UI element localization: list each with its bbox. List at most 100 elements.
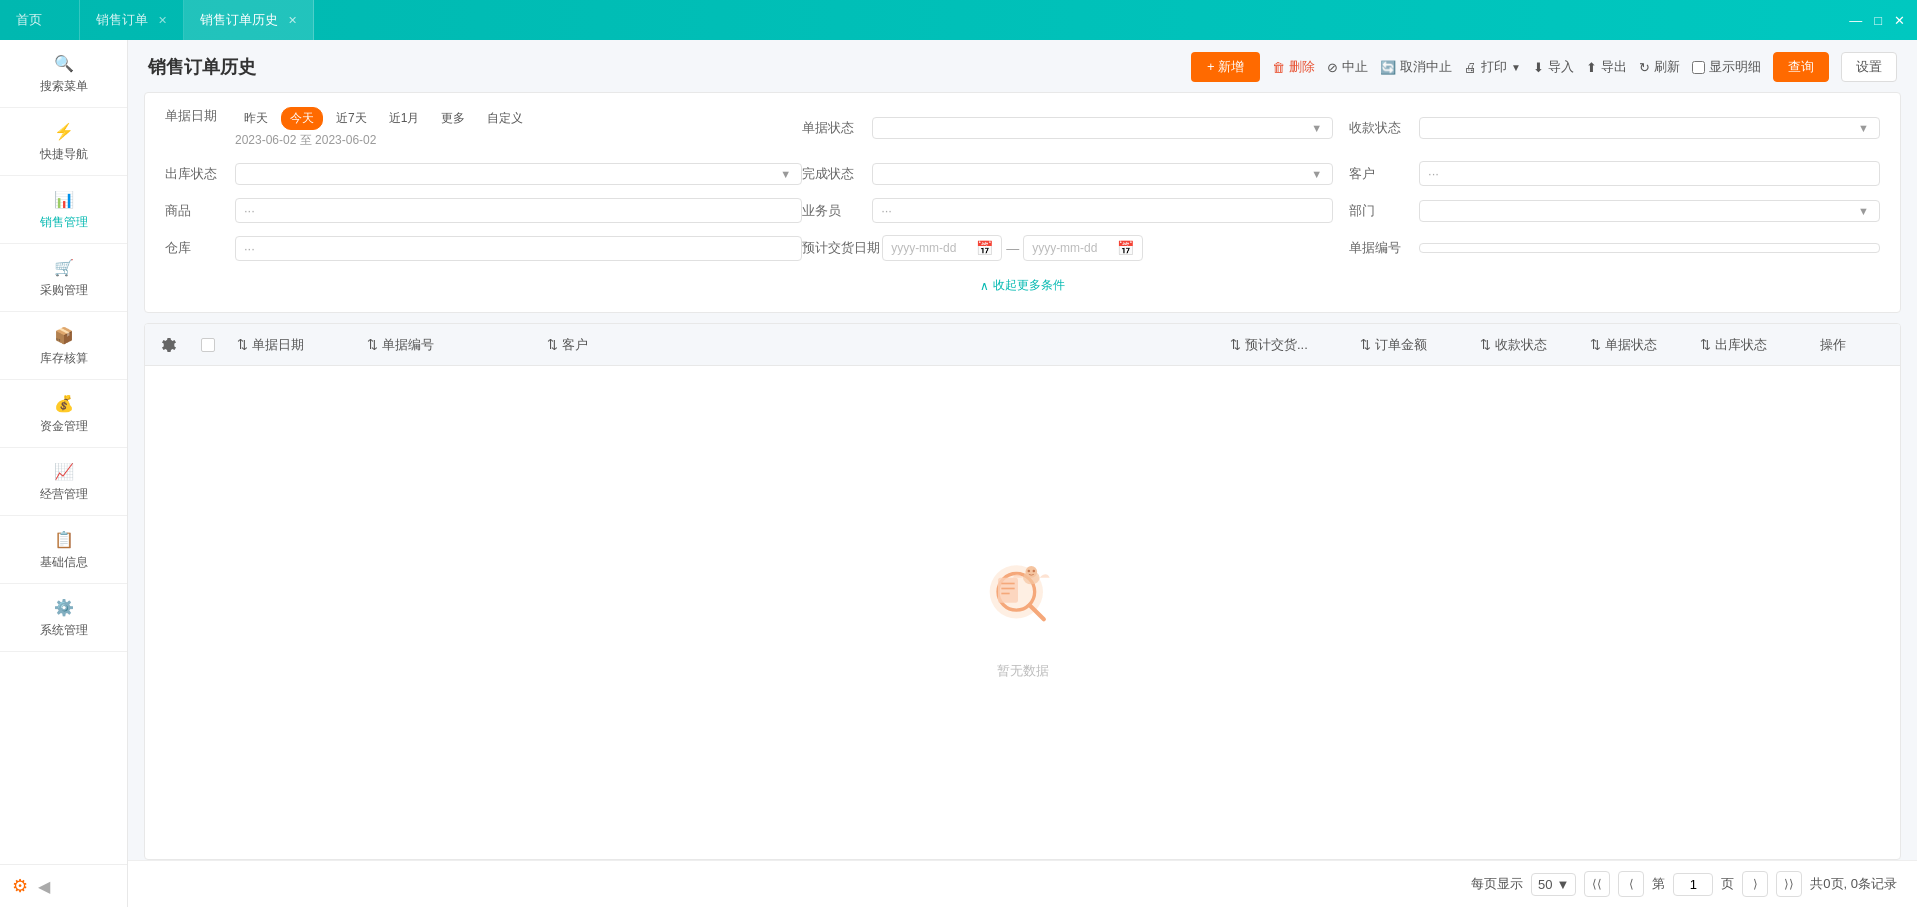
delivery-status-select[interactable]: ▼ bbox=[235, 163, 802, 185]
tab-home[interactable]: 首页 bbox=[0, 0, 80, 40]
product-input[interactable]: ··· bbox=[235, 198, 802, 223]
th-check[interactable] bbox=[193, 328, 229, 362]
delivery-status-arrow: ▼ bbox=[780, 168, 791, 180]
dept-select[interactable]: ▼ bbox=[1419, 200, 1880, 222]
order-no-label: 单据编号 bbox=[1349, 239, 1419, 257]
payment-status-label: 收款状态 bbox=[1349, 119, 1419, 137]
import-button[interactable]: ⬇ 导入 bbox=[1533, 58, 1574, 76]
sidebar-item-basic-info-label: 基础信息 bbox=[40, 554, 88, 571]
date-btn-1month[interactable]: 近1月 bbox=[380, 107, 429, 130]
date-btn-7days[interactable]: 近7天 bbox=[327, 107, 376, 130]
tab-sales-order-label: 销售订单 bbox=[96, 11, 148, 29]
maximize-button[interactable]: □ bbox=[1874, 13, 1882, 28]
sidebar-item-sales-mgmt-label: 销售管理 bbox=[40, 214, 88, 231]
date-btn-more[interactable]: 更多 bbox=[432, 107, 474, 130]
date-btn-today[interactable]: 今天 bbox=[281, 107, 323, 130]
tab-sales-history-close[interactable]: ✕ bbox=[288, 14, 297, 27]
stop-button[interactable]: ⊘ 中止 bbox=[1327, 58, 1368, 76]
th-customer-sort: ⇅ bbox=[547, 337, 558, 352]
header-checkbox[interactable] bbox=[201, 338, 215, 352]
sidebar-item-system-mgmt[interactable]: ⚙️ 系统管理 bbox=[0, 584, 127, 652]
refresh-button[interactable]: ↻ 刷新 bbox=[1639, 58, 1680, 76]
customer-input[interactable]: ··· bbox=[1419, 161, 1880, 186]
sidebar-item-sales-mgmt[interactable]: 📊 销售管理 bbox=[0, 176, 127, 244]
prev-page-button[interactable]: ⟨ bbox=[1618, 871, 1644, 897]
th-customer[interactable]: ⇅ 客户 bbox=[539, 326, 1222, 364]
th-payment[interactable]: ⇅ 收款状态 bbox=[1472, 326, 1582, 364]
dept-arrow: ▼ bbox=[1858, 205, 1869, 217]
filter-row-3: 商品 ··· 业务员 ··· 部门 ▼ bbox=[165, 198, 1880, 223]
stop-icon: ⊘ bbox=[1327, 60, 1338, 75]
date-btn-yesterday[interactable]: 昨天 bbox=[235, 107, 277, 130]
sidebar-item-basic-info[interactable]: 📋 基础信息 bbox=[0, 516, 127, 584]
first-page-button[interactable]: ⟨⟨ bbox=[1584, 871, 1610, 897]
th-date[interactable]: ⇅ 单据日期 bbox=[229, 326, 359, 364]
sidebar-item-finance[interactable]: 💰 资金管理 bbox=[0, 380, 127, 448]
print-icon: 🖨 bbox=[1464, 60, 1477, 75]
refresh-label: 刷新 bbox=[1654, 58, 1680, 76]
page-number-input[interactable] bbox=[1673, 873, 1713, 896]
total-records: 共0页, 0条记录 bbox=[1810, 875, 1897, 893]
delete-button[interactable]: 🗑 删除 bbox=[1272, 58, 1315, 76]
tab-sales-order[interactable]: 销售订单 ✕ bbox=[80, 0, 184, 40]
delivery-date-to[interactable]: yyyy-mm-dd 📅 bbox=[1023, 235, 1143, 261]
complete-status-select[interactable]: ▼ bbox=[872, 163, 1333, 185]
tab-sales-order-close[interactable]: ✕ bbox=[158, 14, 167, 27]
delivery-date-label: 预计交货日期 bbox=[802, 239, 882, 257]
salesperson-dots: ··· bbox=[881, 203, 892, 218]
sidebar-item-operation-label: 经营管理 bbox=[40, 486, 88, 503]
collapse-row[interactable]: ∧ 收起更多条件 bbox=[165, 273, 1880, 302]
print-button[interactable]: 🖨 打印 ▼ bbox=[1464, 58, 1521, 76]
settings-button[interactable]: 设置 bbox=[1841, 52, 1897, 82]
th-order-no[interactable]: ⇅ 单据编号 bbox=[359, 326, 539, 364]
collapse-up-icon: ∧ bbox=[980, 279, 989, 293]
sidebar-item-inventory[interactable]: 📦 库存核算 bbox=[0, 312, 127, 380]
page-title: 销售订单历史 bbox=[148, 55, 256, 79]
th-amount[interactable]: ⇅ 订单金额 bbox=[1352, 326, 1472, 364]
finance-icon: 💰 bbox=[53, 392, 75, 414]
tab-sales-history[interactable]: 销售订单历史 ✕ bbox=[184, 0, 314, 40]
pagination-bar: 每页显示 50 ▼ ⟨⟨ ⟨ 第 页 ⟩ ⟩⟩ 共0页, 0条记录 bbox=[128, 860, 1917, 907]
print-label: 打印 bbox=[1481, 58, 1507, 76]
page-size-select[interactable]: 50 ▼ bbox=[1531, 873, 1576, 896]
product-dots: ··· bbox=[244, 203, 255, 218]
import-label: 导入 bbox=[1548, 58, 1574, 76]
order-status-select[interactable]: ▼ bbox=[872, 117, 1333, 139]
new-button[interactable]: + 新增 bbox=[1191, 52, 1260, 82]
sidebar-item-operation[interactable]: 📈 经营管理 bbox=[0, 448, 127, 516]
next-page-button[interactable]: ⟩ bbox=[1742, 871, 1768, 897]
show-detail-control[interactable]: 显示明细 bbox=[1692, 58, 1761, 76]
query-button[interactable]: 查询 bbox=[1773, 52, 1829, 82]
last-page-button[interactable]: ⟩⟩ bbox=[1776, 871, 1802, 897]
print-arrow: ▼ bbox=[1511, 62, 1521, 73]
sidebar-item-purchase-mgmt[interactable]: 🛒 采购管理 bbox=[0, 244, 127, 312]
close-button[interactable]: ✕ bbox=[1894, 13, 1905, 28]
page-size-text: 每页显示 bbox=[1471, 875, 1523, 893]
salesperson-input[interactable]: ··· bbox=[872, 198, 1333, 223]
cancel-stop-label: 取消中止 bbox=[1400, 58, 1452, 76]
show-detail-checkbox[interactable] bbox=[1692, 61, 1705, 74]
sidebar-item-search-menu[interactable]: 🔍 搜索菜单 bbox=[0, 40, 127, 108]
delivery-status-label: 出库状态 bbox=[165, 165, 235, 183]
warehouse-input[interactable]: ··· bbox=[235, 236, 802, 261]
sidebar-item-finance-label: 资金管理 bbox=[40, 418, 88, 435]
th-delivery-status[interactable]: ⇅ 出库状态 bbox=[1692, 326, 1812, 364]
th-delivery[interactable]: ⇅ 预计交货... bbox=[1222, 326, 1352, 364]
export-button[interactable]: ⬆ 导出 bbox=[1586, 58, 1627, 76]
th-order-status[interactable]: ⇅ 单据状态 bbox=[1582, 326, 1692, 364]
sidebar-collapse-icon[interactable]: ◀ bbox=[38, 877, 50, 896]
dept-label: 部门 bbox=[1349, 202, 1419, 220]
calendar-to-icon: 📅 bbox=[1117, 240, 1134, 256]
delivery-date-from-text: yyyy-mm-dd bbox=[891, 241, 956, 255]
th-settings[interactable] bbox=[153, 327, 193, 363]
date-label: 单据日期 bbox=[165, 107, 235, 125]
date-btn-custom[interactable]: 自定义 bbox=[478, 107, 532, 130]
sidebar-settings-icon[interactable]: ⚙ bbox=[12, 875, 28, 897]
order-no-input[interactable] bbox=[1419, 243, 1880, 253]
cancel-stop-button[interactable]: 🔄 取消中止 bbox=[1380, 58, 1452, 76]
payment-status-select[interactable]: ▼ bbox=[1419, 117, 1880, 139]
payment-status-arrow: ▼ bbox=[1858, 122, 1869, 134]
minimize-button[interactable]: — bbox=[1849, 13, 1862, 28]
sidebar-item-quick-nav[interactable]: ⚡ 快捷导航 bbox=[0, 108, 127, 176]
delivery-date-from[interactable]: yyyy-mm-dd 📅 bbox=[882, 235, 1002, 261]
